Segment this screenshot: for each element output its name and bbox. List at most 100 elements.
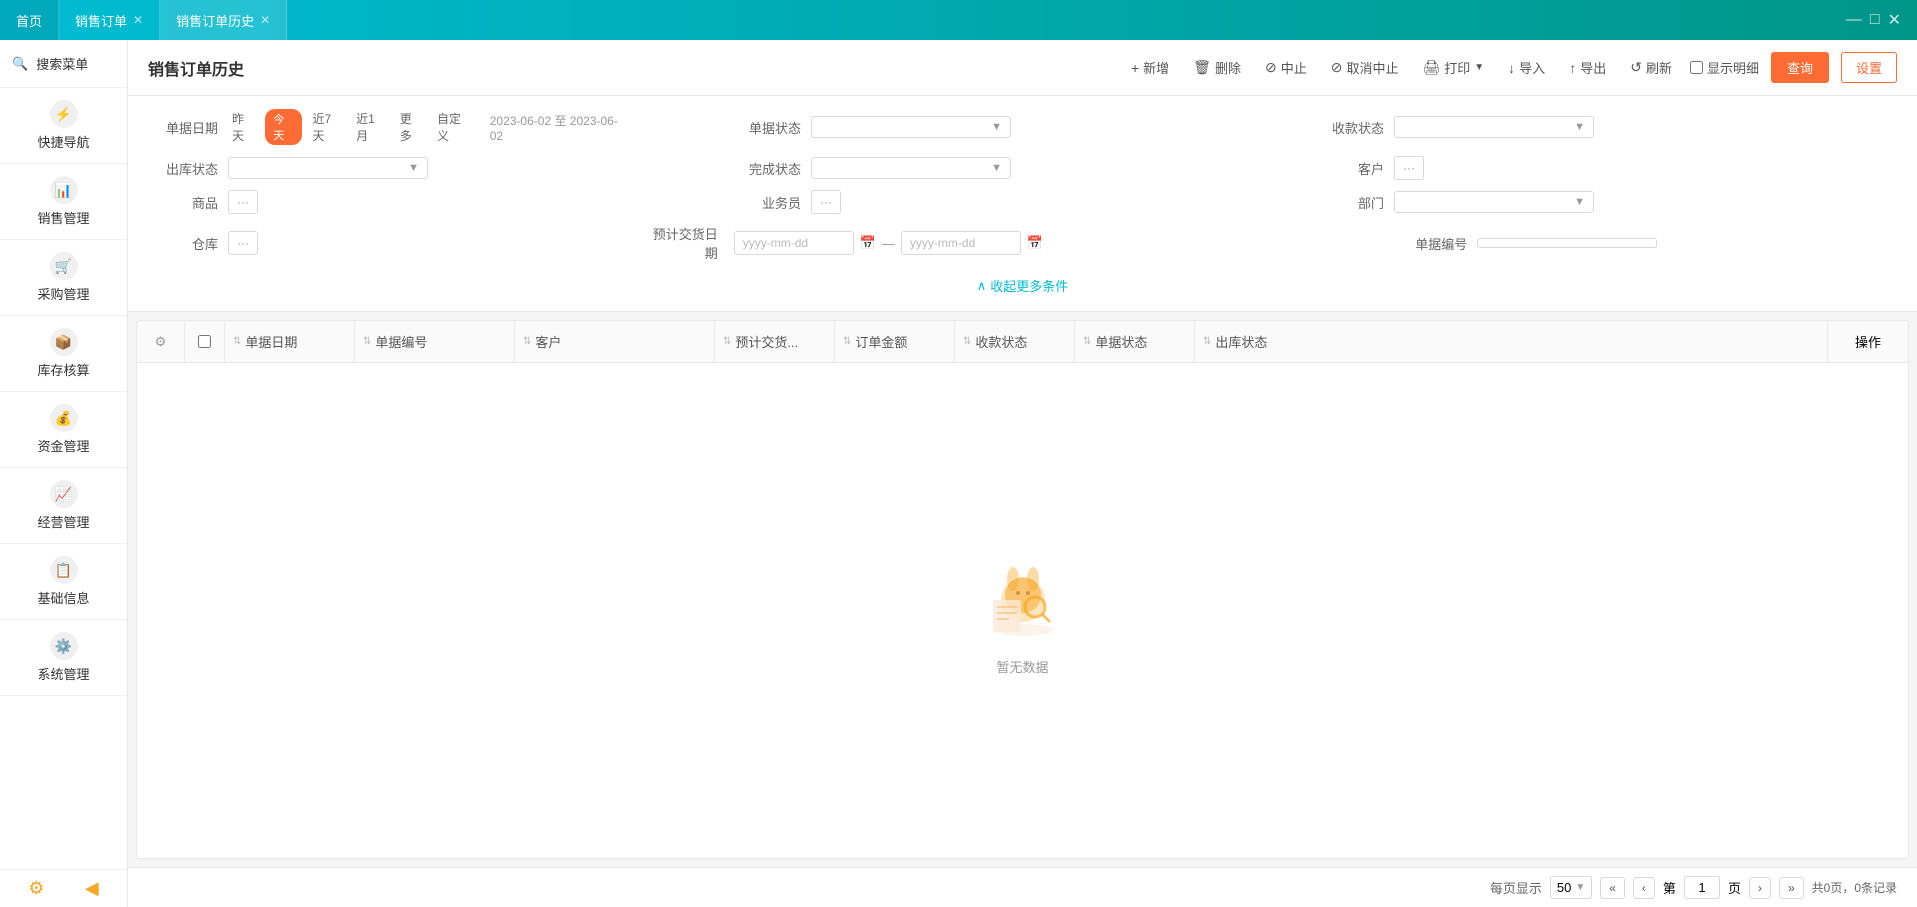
- salesperson-select-btn[interactable]: ···: [811, 190, 841, 214]
- th-delivery[interactable]: ⇅ 预计交货...: [715, 321, 835, 362]
- sort-icon-doc-no: ⇅: [363, 336, 371, 347]
- sidebar-item-inventory[interactable]: 📦 库存核算: [0, 316, 127, 392]
- page-size-value: 50: [1557, 880, 1571, 895]
- th-customer[interactable]: ⇅ 客户: [515, 321, 715, 362]
- tab-sales-order-history[interactable]: 销售订单历史 ✕: [160, 0, 287, 40]
- receipt-status-select[interactable]: ▼: [1394, 116, 1594, 138]
- customer-label: 客户: [1314, 159, 1394, 178]
- th-customer-label: 客户: [535, 332, 561, 351]
- maximize-button[interactable]: □: [1870, 11, 1880, 29]
- warehouse-label: 仓库: [148, 234, 228, 253]
- complete-status-arrow-icon: ▼: [991, 162, 1002, 174]
- sales-order-history-tab-label: 销售订单历史: [176, 11, 254, 30]
- th-date[interactable]: ⇅ 单据日期: [225, 321, 355, 362]
- column-settings-icon[interactable]: ⚙: [137, 321, 185, 362]
- sort-icon-date: ⇅: [233, 336, 241, 347]
- import-button[interactable]: ↓ 导入: [1502, 54, 1551, 81]
- department-select[interactable]: ▼: [1394, 191, 1594, 213]
- sidebar-item-system[interactable]: ⚙️ 系统管理: [0, 620, 127, 696]
- doc-number-input[interactable]: [1477, 238, 1657, 248]
- department-label: 部门: [1314, 193, 1394, 212]
- last7days-btn[interactable]: 近7天: [308, 108, 346, 146]
- calendar-end-icon[interactable]: 📅: [1027, 235, 1043, 251]
- refresh-button[interactable]: ↺ 刷新: [1624, 54, 1678, 81]
- query-button[interactable]: 查询: [1771, 52, 1829, 83]
- doc-status-select[interactable]: ▼: [811, 116, 1011, 138]
- minimize-button[interactable]: —: [1846, 11, 1862, 29]
- total-info: 共0页，0条记录: [1812, 879, 1897, 896]
- tab-sales-order[interactable]: 销售订单 ✕: [59, 0, 160, 40]
- sidebar-item-operations[interactable]: 📈 经营管理: [0, 468, 127, 544]
- sidebar-item-sales[interactable]: 📊 销售管理: [0, 164, 127, 240]
- inventory-label: 库存核算: [37, 360, 89, 379]
- sidebar-item-quick-nav[interactable]: ⚡ 快捷导航: [0, 88, 127, 164]
- cancel-stop-button[interactable]: ⊘ 取消中止: [1325, 54, 1405, 81]
- delivery-date-start[interactable]: yyyy-mm-dd: [734, 231, 854, 255]
- out-status-select[interactable]: ▼: [228, 157, 428, 179]
- print-button[interactable]: 🖨 打印 ▼: [1416, 54, 1490, 81]
- delete-icon: 🗑: [1193, 59, 1211, 76]
- receipt-status-arrow-icon: ▼: [1574, 121, 1585, 133]
- page-size-select[interactable]: 50 ▼: [1550, 876, 1592, 899]
- settings-bottom-icon[interactable]: ⚙: [28, 878, 44, 899]
- window-controls: — □ ✕: [1846, 10, 1917, 30]
- th-out-status[interactable]: ⇅ 出库状态: [1195, 321, 1828, 362]
- tab-home[interactable]: 首页: [0, 0, 59, 40]
- customer-select-btn[interactable]: ···: [1394, 156, 1424, 180]
- sort-icon-customer: ⇅: [523, 336, 531, 347]
- filter-row-2: 出库状态 ▼ 完成状态 ▼ 客户 ···: [148, 156, 1897, 180]
- operations-icon: 📈: [50, 480, 78, 508]
- th-doc-status[interactable]: ⇅ 单据状态: [1075, 321, 1195, 362]
- complete-status-select[interactable]: ▼: [811, 157, 1011, 179]
- new-label: 新增: [1143, 58, 1169, 77]
- yesterday-btn[interactable]: 昨天: [228, 108, 259, 146]
- sidebar-item-finance[interactable]: 💰 资金管理: [0, 392, 127, 468]
- last-page-button[interactable]: »: [1779, 877, 1804, 899]
- quick-nav-icon: ⚡: [50, 100, 78, 128]
- setting-button[interactable]: 设置: [1841, 52, 1897, 83]
- close-sales-order-tab-icon[interactable]: ✕: [133, 13, 143, 27]
- close-history-tab-icon[interactable]: ✕: [260, 13, 270, 27]
- first-page-button[interactable]: «: [1600, 877, 1625, 899]
- display-toggle-checkbox[interactable]: [1690, 61, 1703, 74]
- prev-page-button[interactable]: ‹: [1633, 877, 1655, 899]
- filter-row-3: 商品 ··· 业务员 ··· 部门 ▼: [148, 190, 1897, 214]
- next-page-button[interactable]: ›: [1749, 877, 1771, 899]
- th-receipt[interactable]: ⇅ 收款状态: [955, 321, 1075, 362]
- more-btn[interactable]: 更多: [396, 108, 427, 146]
- close-button[interactable]: ✕: [1888, 10, 1901, 30]
- sidebar-bottom: ⚙ ◀: [0, 869, 127, 907]
- product-select-btn[interactable]: ···: [228, 190, 258, 214]
- title-row: 销售订单历史 + 新增 🗑 删除 ⊘ 中止 ⊘: [148, 52, 1897, 83]
- collapse-sidebar-icon[interactable]: ◀: [85, 878, 99, 899]
- sidebar-item-basic-info[interactable]: 📋 基础信息: [0, 544, 127, 620]
- sidebar-search-menu[interactable]: 🔍 搜索菜单: [0, 40, 127, 88]
- filter-area: 单据日期 昨天 今天 近7天 近1月 更多 自定义 2023-06-02 至 2…: [128, 96, 1917, 312]
- select-all-checkbox[interactable]: [185, 321, 225, 362]
- th-doc-no[interactable]: ⇅ 单据编号: [355, 321, 515, 362]
- filter-row-4: 仓库 ··· 预计交货日期 yyyy-mm-dd 📅 — yyyy-mm-dd …: [148, 224, 1897, 262]
- delivery-date-label: 预计交货日期: [648, 224, 728, 262]
- export-button[interactable]: ↑ 导出: [1563, 54, 1612, 81]
- delete-button[interactable]: 🗑 删除: [1187, 54, 1247, 81]
- display-toggle-label: 显示明细: [1707, 58, 1759, 77]
- th-amount[interactable]: ⇅ 订单金额: [835, 321, 955, 362]
- stop-button[interactable]: ⊘ 中止: [1259, 54, 1313, 81]
- select-all-input[interactable]: [198, 335, 211, 348]
- new-button[interactable]: + 新增: [1125, 54, 1175, 81]
- today-btn[interactable]: 今天: [265, 109, 302, 145]
- warehouse-select-btn[interactable]: ···: [228, 231, 258, 255]
- th-doc-no-label: 单据编号: [375, 332, 427, 351]
- delivery-date-end[interactable]: yyyy-mm-dd: [901, 231, 1021, 255]
- page-number-input[interactable]: [1684, 876, 1720, 899]
- calendar-start-icon[interactable]: 📅: [860, 235, 876, 251]
- print-label: 打印: [1444, 58, 1470, 77]
- display-toggle[interactable]: 显示明细: [1690, 58, 1759, 77]
- collapse-row[interactable]: ∧ 收起更多条件: [148, 272, 1897, 299]
- custom-btn[interactable]: 自定义: [433, 108, 476, 146]
- out-status-arrow-icon: ▼: [408, 162, 419, 174]
- empty-text: 暂无数据: [996, 657, 1048, 676]
- sidebar: 🔍 搜索菜单 ⚡ 快捷导航 📊 销售管理 🛒 采购管理 📦 库存核算 💰 资金管…: [0, 40, 128, 907]
- sidebar-item-purchase[interactable]: 🛒 采购管理: [0, 240, 127, 316]
- last1month-btn[interactable]: 近1月: [352, 108, 390, 146]
